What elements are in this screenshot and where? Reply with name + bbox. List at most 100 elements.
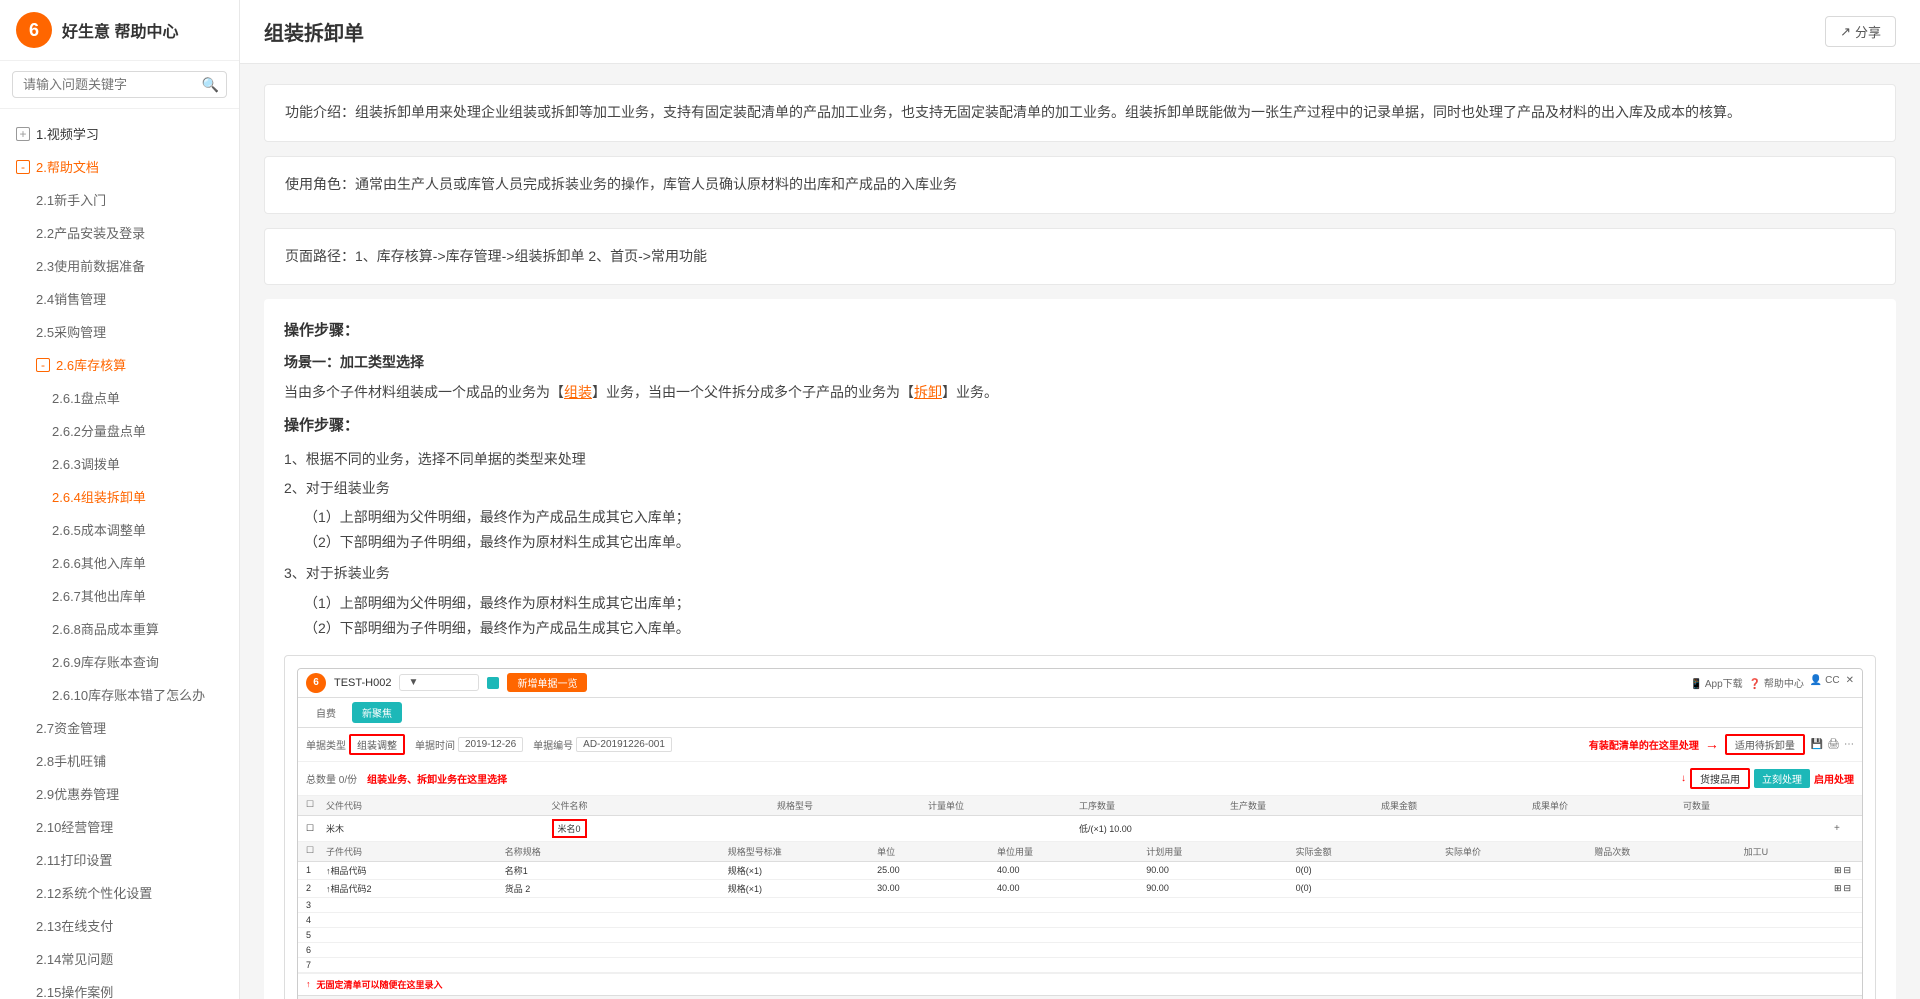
sidebar-item-cost-adjust[interactable]: 2.6.5成本调整单: [0, 513, 239, 546]
mock-th-parent-name: 父件名称: [552, 799, 776, 812]
mock-lrow1-del[interactable]: ⊟: [1844, 865, 1852, 876]
mock-lrow6-num: 6: [306, 945, 324, 955]
sidebar-item-split-stock[interactable]: 2.6.2分量盘点单: [0, 414, 239, 447]
minus-icon: -: [16, 160, 30, 174]
mock-form-row1: 单据类型 组装调整 单据时间 2019-12-26 单据编号 AD-201912…: [298, 728, 1862, 762]
mock-action-btns: 💾 🖨 ⋯: [1811, 739, 1854, 750]
sidebar-item-personalize[interactable]: 2.12系统个性化设置: [0, 876, 239, 909]
sidebar-item-print[interactable]: 2.11打印设置: [0, 843, 239, 876]
sidebar-item-purchase[interactable]: 2.5采购管理: [0, 315, 239, 348]
share-button[interactable]: ↗ 分享: [1825, 16, 1896, 47]
mock-lrow1-btns: ⊞ ⊟: [1834, 865, 1854, 876]
mock-print-icon[interactable]: 🖨: [1827, 739, 1840, 750]
path-block: 页面路径：1、库存核算->库存管理->组装拆卸单 2、首页->常用功能: [264, 228, 1896, 286]
mock-icon-user: 👤 CC: [1810, 675, 1840, 690]
share-icon: ↗: [1840, 24, 1851, 40]
sidebar-item-operation[interactable]: 2.10经营管理: [0, 810, 239, 843]
sidebar-item-inventory[interactable]: - 2.6库存核算: [0, 348, 239, 381]
mock-lrow2-amt: 0(0): [1296, 883, 1443, 893]
mock-lower-row2: 2 ↑相品代码2 货品 2 规格(×1) 30.00 40.00 90.00 0…: [298, 880, 1862, 898]
mock-lrow2-del[interactable]: ⊟: [1844, 883, 1852, 894]
ops-title: 操作步骤：: [284, 319, 1876, 340]
mock-lower-row3: 3: [298, 898, 1862, 913]
sidebar-item-docs[interactable]: - 2.帮助文档: [0, 150, 239, 183]
mock-lrow2-spec: 规格(×1): [728, 882, 875, 895]
sidebar-item-stock-error[interactable]: 2.6.10库存账本错了怎么办: [0, 678, 239, 711]
sidebar-item-stocktake[interactable]: 2.6.1盘点单: [0, 381, 239, 414]
mock-row-check[interactable]: ☐: [306, 823, 324, 834]
sidebar-item-capital[interactable]: 2.7资金管理: [0, 711, 239, 744]
sidebar-item-mobile[interactable]: 2.8手机旺铺: [0, 744, 239, 777]
mock-lrow2-copy[interactable]: ⊞: [1834, 883, 1842, 894]
mock-lrow2-plan: 90.00: [1146, 883, 1293, 893]
mock-upper-table: ☐ 父件代码 父件名称 规格型号 计量单位 工序数量 生产数量 成果金额 成果单…: [298, 796, 1862, 842]
mock-lower-row5: 5: [298, 928, 1862, 943]
sidebar-item-online-pay[interactable]: 2.13在线支付: [0, 909, 239, 942]
mock-new-btn[interactable]: 新增单据一览: [507, 673, 587, 692]
search-icon-button[interactable]: 🔍: [202, 76, 219, 93]
annotation-process: 组装业务、拆卸业务在这里选择: [367, 771, 507, 786]
app-title: 好生意 帮助中心: [62, 18, 178, 42]
mock-tab-home[interactable]: 自费: [306, 702, 346, 723]
sidebar-item-goods-cost[interactable]: 2.6.8商品成本重算: [0, 612, 239, 645]
mock-lth-name: 名称规格: [505, 845, 726, 858]
mock-save-icon[interactable]: 💾: [1811, 739, 1823, 750]
assembly-link[interactable]: 组装: [564, 384, 592, 400]
mock-search-input[interactable]: 货搜品用: [1690, 768, 1750, 789]
mock-lrow1-plan: 90.00: [1146, 865, 1293, 875]
mock-lth-code: 子件代码: [326, 845, 503, 858]
mock-lrow1-name: 名称1: [505, 864, 726, 877]
mock-close-icon[interactable]: ✕: [1846, 675, 1854, 690]
mock-lrow5-num: 5: [306, 930, 324, 940]
mock-input-no[interactable]: AD-20191226-001: [576, 737, 672, 752]
sidebar-item-install[interactable]: 2.2产品安装及登录: [0, 216, 239, 249]
step3-sub2: （2）下部明细为子件明细，最终作为产成品生成其它入库单。: [284, 616, 1876, 641]
inventory-minus-icon: -: [36, 358, 50, 372]
sidebar-item-sales[interactable]: 2.4销售管理: [0, 282, 239, 315]
mock-lrow2-use: 40.00: [997, 883, 1144, 893]
sidebar-item-coupon[interactable]: 2.9优惠券管理: [0, 777, 239, 810]
annotation-bom: 有装配清单的在这里处理: [1589, 737, 1699, 752]
sidebar-item-video[interactable]: + 1.视频学习: [0, 117, 239, 150]
mock-th-qty2: 生产数量: [1230, 799, 1379, 812]
sidebar-item-faq[interactable]: 2.14常见问题: [0, 942, 239, 975]
step1: 1、根据不同的业务，选择不同单据的类型来处理: [284, 447, 1876, 472]
sidebar-item-assembly[interactable]: 2.6.4组装拆卸单: [0, 480, 239, 513]
mock-lrow7-num: 7: [306, 960, 324, 970]
ops-content: 操作步骤： 场景一：加工类型选择 当由多个子件材料组装成一个成品的业务为【组装】…: [264, 299, 1896, 999]
steps-title: 操作步骤：: [284, 414, 1876, 435]
step2-sub2: （2）下部明细为子件明细，最终作为原材料生成其它出库单。: [284, 530, 1876, 555]
mock-table-footer: 合计 89.00 0.00 0.00 0.00 页: [298, 995, 1862, 999]
mock-row-btn[interactable]: +: [1834, 823, 1854, 834]
search-input[interactable]: [12, 71, 227, 98]
mock-lth-plan: 计划用量: [1146, 845, 1293, 858]
main-area: 组装拆卸单 ↗ 分享 功能介绍：组装拆卸单用来处理企业组装或拆卸等加工业务，支持…: [240, 0, 1920, 999]
mock-input-date[interactable]: 2019-12-26: [458, 737, 523, 752]
sidebar-item-data-prep[interactable]: 2.3使用前数据准备: [0, 249, 239, 282]
sidebar-item-other-out[interactable]: 2.6.7其他出库单: [0, 579, 239, 612]
mock-qty-label: 总数量 0/份: [306, 771, 357, 786]
scene1-title: 场景一：加工类型选择: [284, 352, 1876, 372]
mock-lrow2-num: 2: [306, 883, 324, 893]
mock-label-no: 单据编号: [533, 737, 573, 752]
sidebar-item-cases[interactable]: 2.15操作案例: [0, 975, 239, 999]
disassembly-link[interactable]: 拆卸: [914, 384, 942, 400]
mock-input-type[interactable]: 组装调整: [349, 734, 405, 755]
mock-logo: 6: [306, 673, 326, 693]
mock-confirm-btn[interactable]: 立刻处理: [1754, 769, 1810, 788]
mock-apply-btn[interactable]: 适用待拆卸量: [1725, 734, 1805, 755]
main-header: 组装拆卸单 ↗ 分享: [240, 0, 1920, 64]
mock-more-icon[interactable]: ⋯: [1844, 739, 1854, 750]
mock-lrow1-copy[interactable]: ⊞: [1834, 865, 1842, 876]
sidebar-item-other-in[interactable]: 2.6.6其他入库单: [0, 546, 239, 579]
sidebar-item-adjust[interactable]: 2.6.3调拨单: [0, 447, 239, 480]
step2: 2、对于组装业务: [284, 476, 1876, 501]
mock-dropdown[interactable]: ▼: [399, 674, 479, 691]
mock-row-name-input[interactable]: 米名0: [552, 819, 587, 838]
intro-block: 功能介绍：组装拆卸单用来处理企业组装或拆卸等加工业务，支持有固定装配清单的产品加…: [264, 84, 1896, 142]
screenshot-area: 6 TEST-H002 ▼ 新增单据一览 📱 App下载 ❓ 帮助中心 👤 CC…: [284, 655, 1876, 999]
sidebar-item-stock-check[interactable]: 2.6.9库存账本查询: [0, 645, 239, 678]
mock-tab-active[interactable]: 新聚焦: [352, 702, 402, 723]
mock-lower-row7: 7: [298, 958, 1862, 973]
sidebar-item-newcomer[interactable]: 2.1新手入门: [0, 183, 239, 216]
